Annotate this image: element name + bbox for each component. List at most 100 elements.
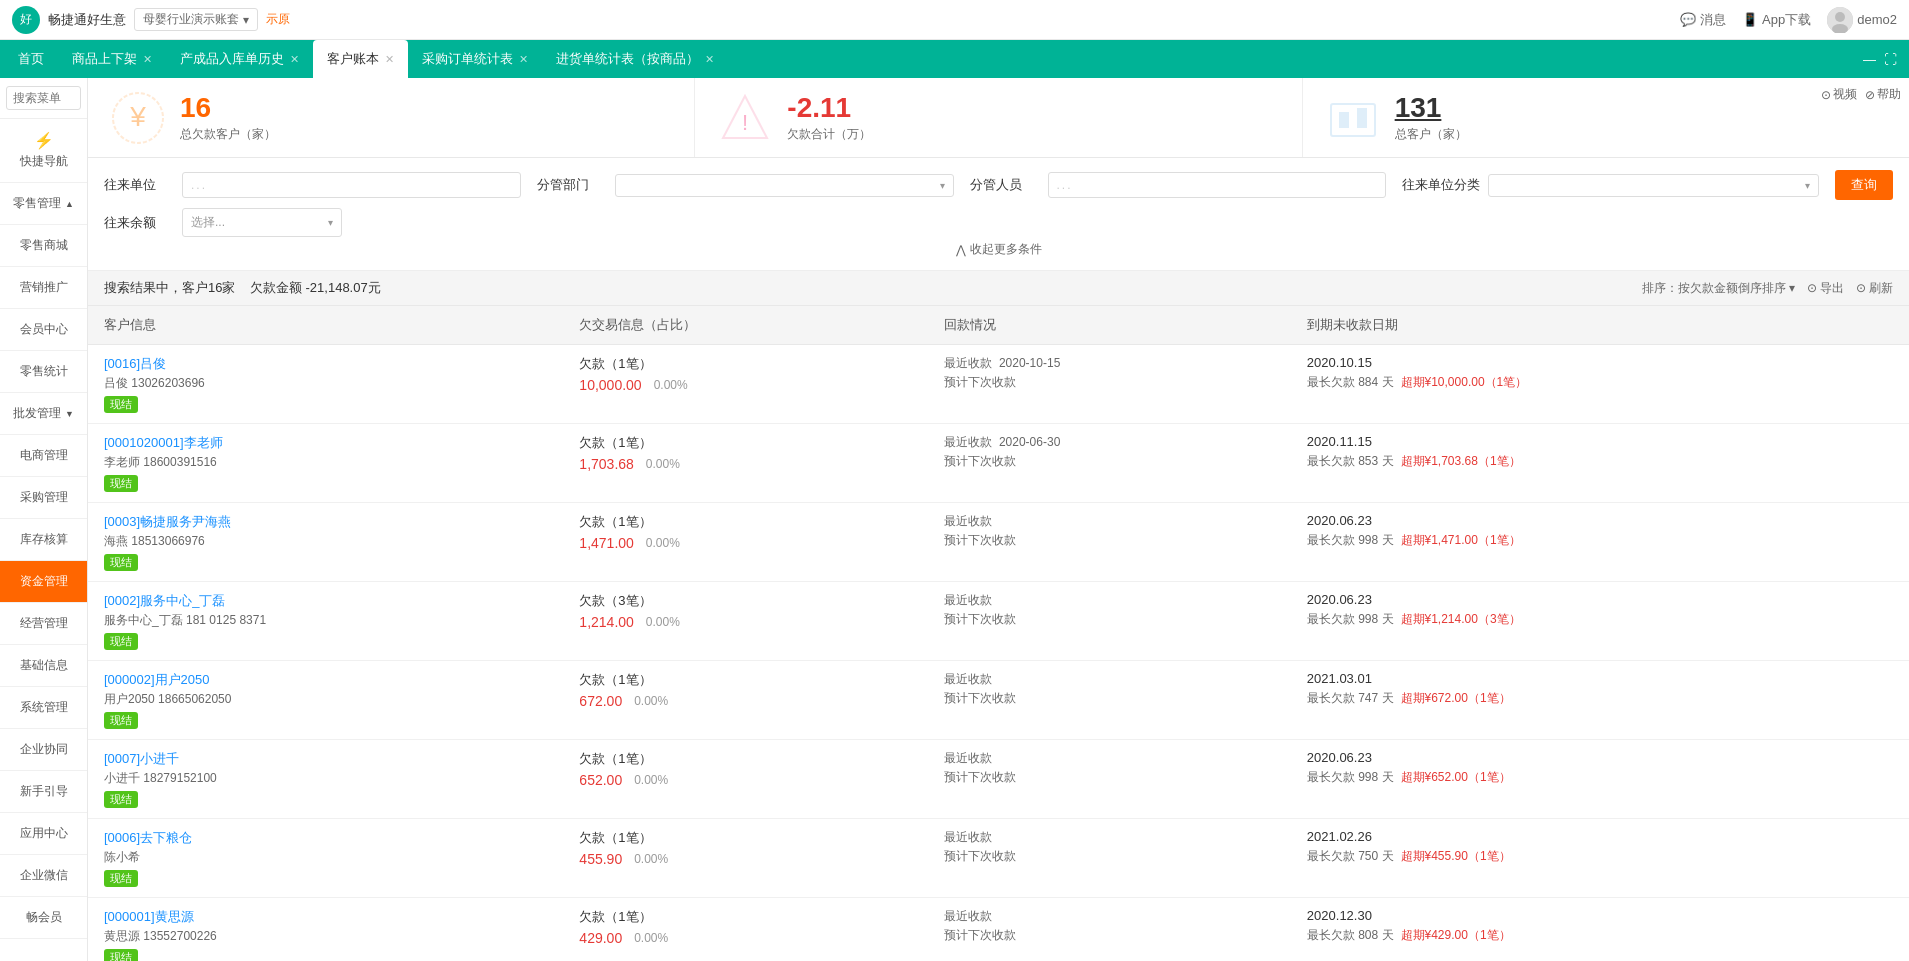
tab-production[interactable]: 产成品入库单历史 ✕ bbox=[166, 40, 313, 78]
cell-debt-5: 欠款（1笔） 652.00 0.00% bbox=[563, 740, 928, 819]
customer-name-link[interactable]: [0003]畅捷服务尹海燕 bbox=[104, 514, 231, 529]
sidebar-item-vip[interactable]: 畅会员 bbox=[0, 897, 87, 939]
message-button[interactable]: 💬 消息 bbox=[1680, 11, 1726, 29]
overdue-amount[interactable]: 超期¥652.00（1笔） bbox=[1401, 770, 1511, 784]
sidebar-item-operations[interactable]: 经营管理 bbox=[0, 603, 87, 645]
industry-selector[interactable]: 母婴行业演示账套 ▾ bbox=[134, 8, 258, 31]
last-payment-label: 最近收款 bbox=[944, 671, 1275, 688]
debt-percent: 0.00% bbox=[646, 457, 680, 471]
search-button[interactable]: 查询 bbox=[1835, 170, 1893, 200]
debt-count: 欠款（1笔） bbox=[579, 671, 912, 689]
user-profile[interactable]: demo2 bbox=[1827, 7, 1897, 33]
debt-percent: 0.00% bbox=[634, 773, 668, 787]
card-info-1: 16 总欠款客户（家） bbox=[180, 92, 276, 143]
balance-select[interactable]: 选择... ▾ bbox=[182, 208, 342, 237]
sidebar-item-purchase[interactable]: 采购管理 bbox=[0, 477, 87, 519]
unit-input[interactable]: ... bbox=[182, 172, 521, 198]
close-tab-icon[interactable]: ✕ bbox=[385, 53, 394, 66]
overdue-amount[interactable]: 超期¥429.00（1笔） bbox=[1401, 928, 1511, 942]
sidebar-item-basic-info[interactable]: 基础信息 bbox=[0, 645, 87, 687]
sidebar-item-system[interactable]: 系统管理 bbox=[0, 687, 87, 729]
tab-purchase-order[interactable]: 采购订单统计表 ✕ bbox=[408, 40, 542, 78]
debt-amount: 429.00 bbox=[579, 930, 622, 946]
customer-name-link[interactable]: [0007]小进千 bbox=[104, 751, 179, 766]
close-tab-icon[interactable]: ✕ bbox=[519, 53, 528, 66]
overdue-days: 最长欠款 998 天 bbox=[1307, 770, 1397, 784]
video-link[interactable]: ⊙ 视频 bbox=[1821, 86, 1857, 103]
customer-name-link[interactable]: [0016]吕俊 bbox=[104, 356, 166, 371]
overdue-days: 最长欠款 853 天 bbox=[1307, 454, 1397, 468]
sidebar-item-member[interactable]: 会员中心 bbox=[0, 309, 87, 351]
sidebar-search-container bbox=[0, 78, 87, 119]
maximize-icon[interactable]: ⛶ bbox=[1884, 52, 1897, 67]
close-tab-icon[interactable]: ✕ bbox=[705, 53, 714, 66]
sidebar-item-retail-mgmt[interactable]: 零售管理 ▲ bbox=[0, 183, 87, 225]
overdue-info: 最长欠款 998 天 超期¥652.00（1笔） bbox=[1307, 769, 1893, 786]
cell-due-7: 2020.12.30 最长欠款 808 天 超期¥429.00（1笔） bbox=[1291, 898, 1909, 962]
person-input[interactable]: ... bbox=[1048, 172, 1387, 198]
app-download-button[interactable]: 📱 App下载 bbox=[1742, 11, 1811, 29]
customer-name-link[interactable]: [000001]黄思源 bbox=[104, 909, 194, 924]
top-nav-link[interactable]: 示原 bbox=[266, 11, 290, 28]
tab-stock-stats[interactable]: 进货单统计表（按商品） ✕ bbox=[542, 40, 728, 78]
sidebar-item-wechat[interactable]: 企业微信 bbox=[0, 855, 87, 897]
customer-name-link[interactable]: [0001020001]李老师 bbox=[104, 435, 223, 450]
tab-products[interactable]: 商品上下架 ✕ bbox=[58, 40, 166, 78]
sidebar-item-retail-stats[interactable]: 零售统计 bbox=[0, 351, 87, 393]
export-button[interactable]: ⊙ 导出 bbox=[1807, 280, 1844, 297]
overdue-amount[interactable]: 超期¥455.90（1笔） bbox=[1401, 849, 1511, 863]
cell-customer-4: [000002]用户2050 用户2050 18665062050 现结 bbox=[88, 661, 563, 740]
sidebar-item-wholesale-mgmt[interactable]: 批发管理 ▼ bbox=[0, 393, 87, 435]
last-payment-label: 最近收款 bbox=[944, 513, 1275, 530]
last-payment-label: 最近收款 bbox=[944, 592, 1275, 609]
sidebar-item-newhand[interactable]: 新手引导 bbox=[0, 771, 87, 813]
sidebar-item-ecommerce[interactable]: 电商管理 bbox=[0, 435, 87, 477]
customer-phone: 陈小希 bbox=[104, 849, 547, 866]
tab-home[interactable]: 首页 bbox=[4, 40, 58, 78]
sidebar-item-inventory[interactable]: 库存核算 bbox=[0, 519, 87, 561]
debt-count: 欠款（1笔） bbox=[579, 750, 912, 768]
sidebar-item-enterprise[interactable]: 企业协同 bbox=[0, 729, 87, 771]
sort-selector[interactable]: 排序：按欠款金额倒序排序 ▾ bbox=[1642, 280, 1795, 297]
cell-debt-3: 欠款（3笔） 1,214.00 0.00% bbox=[563, 582, 928, 661]
search-input[interactable] bbox=[6, 86, 81, 110]
cell-debt-0: 欠款（1笔） 10,000.00 0.00% bbox=[563, 345, 928, 424]
sidebar-item-retail-mall[interactable]: 零售商城 bbox=[0, 225, 87, 267]
chevron-up-icon: ⋀ bbox=[956, 243, 966, 257]
card-total-customers: ⊙ 视频 ⊘ 帮助 131 bbox=[1303, 78, 1909, 157]
next-payment-label: 预计下次收款 bbox=[944, 848, 1275, 865]
minimize-icon[interactable]: — bbox=[1863, 52, 1876, 67]
dept-select[interactable]: ▾ bbox=[615, 174, 954, 197]
cell-due-3: 2020.06.23 最长欠款 998 天 超期¥1,214.00（3笔） bbox=[1291, 582, 1909, 661]
next-payment-label: 预计下次收款 bbox=[944, 690, 1275, 707]
help-link[interactable]: ⊘ 帮助 bbox=[1865, 86, 1901, 103]
sidebar-item-finance[interactable]: 资金管理 bbox=[0, 561, 87, 603]
close-tab-icon[interactable]: ✕ bbox=[143, 53, 152, 66]
cell-customer-2: [0003]畅捷服务尹海燕 海燕 18513066976 现结 bbox=[88, 503, 563, 582]
tab-customer-account[interactable]: 客户账本 ✕ bbox=[313, 40, 408, 78]
quick-nav-icon: ⚡ bbox=[4, 131, 83, 150]
overdue-amount[interactable]: 超期¥1,214.00（3笔） bbox=[1401, 612, 1521, 626]
sidebar-item-quick-nav[interactable]: ⚡ 快捷导航 bbox=[0, 119, 87, 183]
svg-text:!: ! bbox=[742, 110, 748, 135]
card-info-2: -2.11 欠款合计（万） bbox=[787, 92, 871, 143]
collapse-button[interactable]: ⋀ 收起更多条件 bbox=[104, 237, 1893, 262]
debt-amount: 1,471.00 bbox=[579, 535, 634, 551]
customer-name-link[interactable]: [0002]服务中心_丁磊 bbox=[104, 593, 225, 608]
cell-collection-2: 最近收款 预计下次收款 bbox=[928, 503, 1291, 582]
customer-name-link[interactable]: [0006]去下粮仓 bbox=[104, 830, 192, 845]
overdue-amount[interactable]: 超期¥1,703.68（1笔） bbox=[1401, 454, 1521, 468]
overdue-amount[interactable]: 超期¥10,000.00（1笔） bbox=[1401, 375, 1528, 389]
last-payment-label: 最近收款 bbox=[944, 750, 1275, 767]
customer-name-link[interactable]: [000002]用户2050 bbox=[104, 672, 210, 687]
overdue-amount[interactable]: 超期¥1,471.00（1笔） bbox=[1401, 533, 1521, 547]
overdue-amount[interactable]: 超期¥672.00（1笔） bbox=[1401, 691, 1511, 705]
sidebar-item-marketing[interactable]: 营销推广 bbox=[0, 267, 87, 309]
debt-amount-row: 429.00 0.00% bbox=[579, 930, 912, 946]
customer-tag: 现结 bbox=[104, 870, 138, 887]
refresh-button[interactable]: ⊙ 刷新 bbox=[1856, 280, 1893, 297]
class-select[interactable]: ▾ bbox=[1488, 174, 1819, 197]
content-area: ¥ 16 总欠款客户（家） ! -2.11 欠款合计（万） bbox=[88, 78, 1909, 961]
close-tab-icon[interactable]: ✕ bbox=[290, 53, 299, 66]
sidebar-item-app-center[interactable]: 应用中心 bbox=[0, 813, 87, 855]
